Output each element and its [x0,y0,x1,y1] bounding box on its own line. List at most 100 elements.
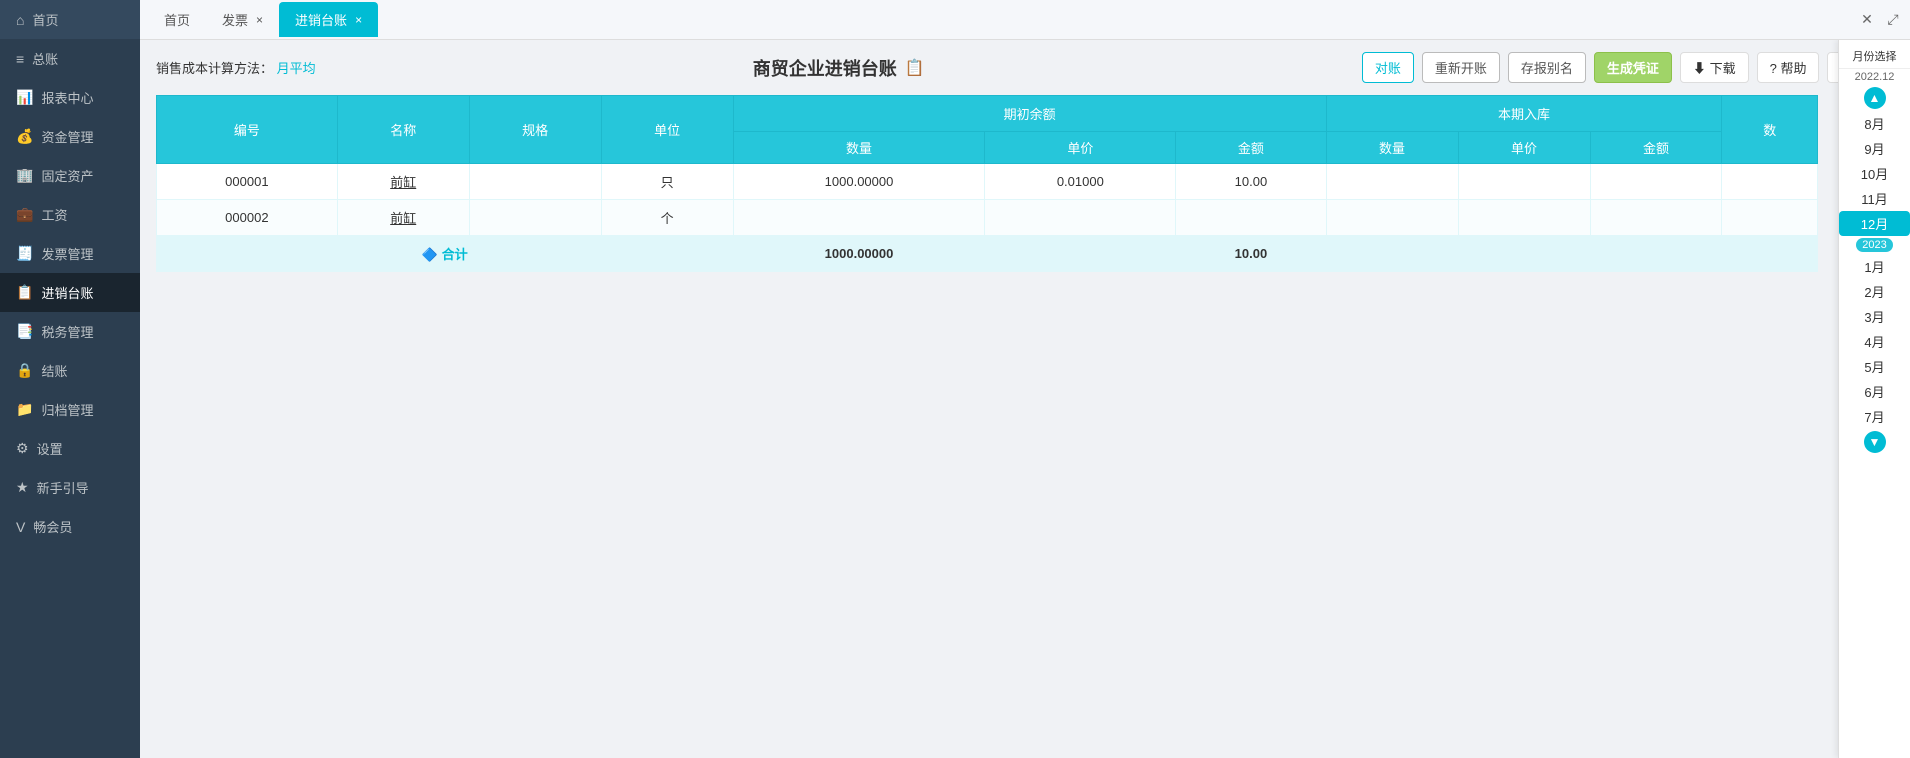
sidebar-item-close[interactable]: 🔒 结账 [0,351,140,390]
table-wrap: 编号 名称 规格 单位 期初余额 本期入库 数 数量 单价 金额 数量 单价 [156,95,1818,272]
row1-unit: 只 [601,164,733,200]
sidebar-item-archive[interactable]: 📁 归档管理 [0,390,140,429]
sub-col-price-open: 单价 [985,132,1176,164]
month-6[interactable]: 6月 [1839,379,1910,404]
row1-qty-in [1326,164,1458,200]
wages-icon: 💼 [16,206,33,223]
col-id: 编号 [157,96,338,164]
month-4[interactable]: 4月 [1839,329,1910,354]
row2-name[interactable]: 前缸 [337,200,469,236]
window-maximize-button[interactable]: ⤢ [1884,11,1902,29]
total-amount-open: 10.00 [1176,236,1326,272]
month-1[interactable]: 1月 [1839,254,1910,279]
row1-id: 000001 [157,164,338,200]
generate-button[interactable]: 生成凭证 [1594,52,1672,83]
help-button[interactable]: ? 帮助 [1757,52,1820,83]
main-area: 首页 发票 × 进销台账 × ✕ ⤢ 销售成本计算方法： 月平均 商贸企业进销台… [140,0,1910,758]
sidebar-item-funds[interactable]: 💰 资金管理 [0,117,140,156]
row1-name[interactable]: 前缸 [337,164,469,200]
sidebar-item-label: 归档管理 [41,400,93,419]
month-10[interactable]: 10月 [1839,161,1910,186]
top-info-bar: 销售成本计算方法： 月平均 商贸企业进销台账 📋 对账 重新开账 存报别名 生成… [156,52,1894,83]
sub-col-price-in: 单价 [1458,132,1590,164]
sidebar-item-ledger[interactable]: ≡ 总账 [0,39,140,78]
vip-icon: V [16,519,25,535]
month-2[interactable]: 2月 [1839,279,1910,304]
row2-price-in [1458,200,1590,236]
sidebar-item-guide[interactable]: ★ 新手引导 [0,468,140,507]
cost-method-value: 月平均 [277,61,316,76]
month-panel: 月份选择 2022.12 ▲ 8月 9月 10月 11月 12月 2023 1月… [1838,40,1910,758]
main-table: 编号 名称 规格 单位 期初余额 本期入库 数 数量 单价 金额 数量 单价 [156,95,1818,272]
assets-icon: 🏢 [16,167,33,184]
tab-invoice[interactable]: 发票 × [206,2,279,37]
sidebar-item-label: 进销台账 [41,283,93,302]
sidebar-item-wages[interactable]: 💼 工资 [0,195,140,234]
cost-method-label: 销售成本计算方法： [156,61,273,76]
reopen-button[interactable]: 重新开账 [1422,52,1500,83]
funds-icon: 💰 [16,128,33,145]
row1-amount-open: 10.00 [1176,164,1326,200]
page-title-area: 商贸企业进销台账 📋 [753,55,925,81]
archive-icon: 📁 [16,401,33,418]
match-button[interactable]: 对账 [1362,52,1414,83]
sidebar-item-home[interactable]: ⌂ 首页 [0,0,140,39]
month-11[interactable]: 11月 [1839,186,1910,211]
month-up-button[interactable]: ▲ [1864,87,1886,109]
tab-purchase-sale[interactable]: 进销台账 × [279,2,378,37]
sidebar-item-vip[interactable]: V 畅会员 [0,507,140,546]
month-panel-title: 月份选择 [1839,44,1910,69]
sidebar-item-settings[interactable]: ⚙ 设置 [0,429,140,468]
month-3[interactable]: 3月 [1839,304,1910,329]
row2-id: 000002 [157,200,338,236]
col-unit: 单位 [601,96,733,164]
save-as-button[interactable]: 存报别名 [1508,52,1586,83]
page-title: 商贸企业进销台账 [753,55,897,81]
sidebar-item-label: 设置 [37,439,63,458]
download-button[interactable]: ⬇ 下载 [1680,52,1749,83]
sidebar-item-reports[interactable]: 📊 报表中心 [0,78,140,117]
row2-amount-open [1176,200,1326,236]
close-account-icon: 🔒 [16,362,33,379]
help-label: 帮助 [1780,61,1806,76]
month-8[interactable]: 8月 [1839,111,1910,136]
reports-icon: 📊 [16,89,33,106]
month-9[interactable]: 9月 [1839,136,1910,161]
sidebar-item-label: 发票管理 [41,244,93,263]
row2-price-open [985,200,1176,236]
total-qty-in [1326,236,1458,272]
info-icon[interactable]: 📋 [905,58,925,78]
window-controls: ✕ ⤢ [1858,11,1902,29]
sidebar-item-label: 固定资产 [41,166,93,185]
row1-price-in [1458,164,1590,200]
sub-col-qty-in: 数量 [1326,132,1458,164]
total-icon: 🔷 [422,247,438,262]
col-name: 名称 [337,96,469,164]
col-opening: 期初余额 [733,96,1326,132]
sidebar-item-assets[interactable]: 🏢 固定资产 [0,156,140,195]
row2-extra [1722,200,1818,236]
month-5[interactable]: 5月 [1839,354,1910,379]
sidebar-item-tax[interactable]: 📑 税务管理 [0,312,140,351]
window-close-button[interactable]: ✕ [1858,11,1876,29]
table-row: 000002 前缸 个 [157,200,1818,236]
sidebar-item-invoice-mgmt[interactable]: 🧾 发票管理 [0,234,140,273]
tab-purchase-sale-close[interactable]: × [355,13,362,27]
sidebar-item-purchase-sale[interactable]: 📋 进销台账 [0,273,140,312]
month-7[interactable]: 7月 [1839,404,1910,429]
month-down-button[interactable]: ▼ [1864,431,1886,453]
tab-invoice-close[interactable]: × [256,13,263,27]
sidebar-item-label: 畅会员 [33,517,72,536]
tab-purchase-sale-label: 进销台账 [295,10,347,29]
tab-home[interactable]: 首页 [148,2,206,37]
row2-qty-open [733,200,985,236]
content-area: 销售成本计算方法： 月平均 商贸企业进销台账 📋 对账 重新开账 存报别名 生成… [140,40,1910,758]
month-12[interactable]: 12月 [1839,211,1910,236]
row1-qty-open: 1000.00000 [733,164,985,200]
invoice-mgmt-icon: 🧾 [16,245,33,262]
row2-qty-in [1326,200,1458,236]
sidebar-item-label: 工资 [41,205,67,224]
row1-amount-in [1590,164,1722,200]
col-spec: 规格 [469,96,601,164]
row2-unit: 个 [601,200,733,236]
